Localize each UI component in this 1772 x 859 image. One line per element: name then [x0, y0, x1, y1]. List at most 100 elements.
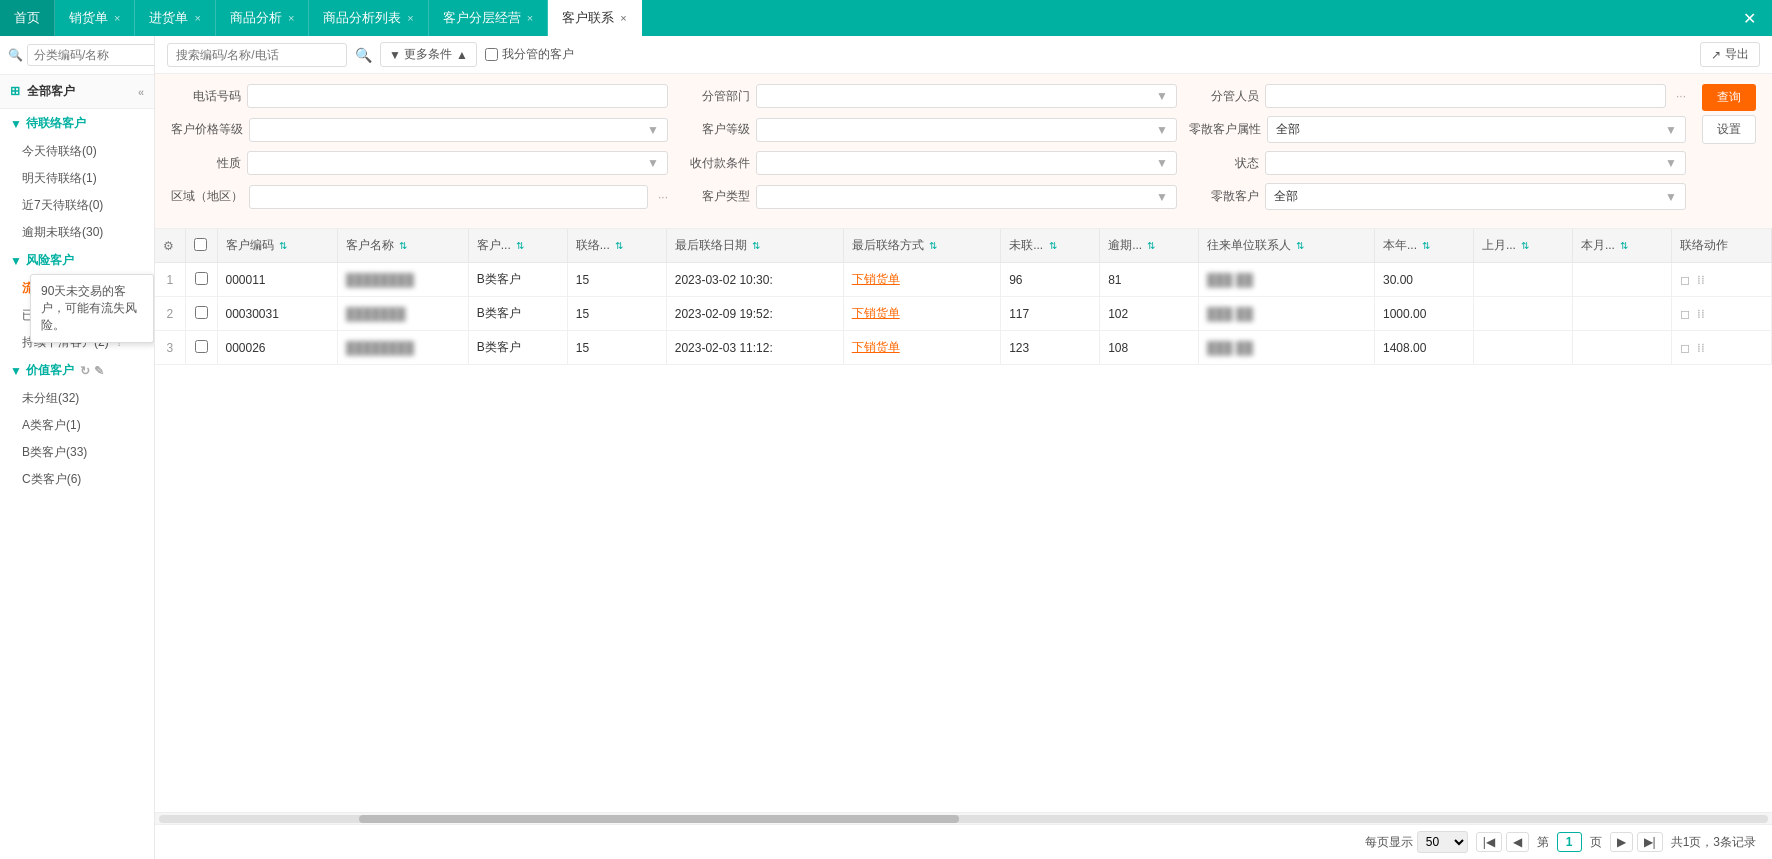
sidebar-item-b-class[interactable]: B类客户(33)	[0, 439, 154, 466]
cell-actions-3[interactable]: ◻ ⁞⁞	[1671, 331, 1771, 365]
tab-goods-analysis-close[interactable]: ×	[288, 12, 294, 24]
more-conditions-button[interactable]: ▼ 更多条件 ▲	[380, 42, 477, 67]
pagination-prev-button[interactable]: ◀	[1506, 832, 1529, 852]
filter-select-sparse-attr[interactable]: 全部 ▼	[1267, 116, 1686, 143]
tab-customer-contact[interactable]: 客户联系 ×	[548, 0, 641, 36]
scrollbar-track[interactable]	[159, 815, 1768, 823]
sidebar-item-a-class[interactable]: A类客户(1)	[0, 412, 154, 439]
col-header-name[interactable]: 客户名称 ⇅	[338, 229, 469, 263]
action-more-icon-2[interactable]: ⁞⁞	[1697, 307, 1705, 321]
my-customers-checkbox[interactable]	[485, 48, 498, 61]
tab-purchase[interactable]: 进货单 ×	[135, 0, 215, 36]
sidebar-group-value-header[interactable]: ▼ 价值客户 ↻ ✎	[0, 356, 154, 385]
last-method-link-1[interactable]: 下销货单	[852, 272, 900, 286]
settings-button[interactable]: 设置	[1702, 115, 1756, 144]
action-contact-icon-1[interactable]: ◻	[1680, 273, 1690, 287]
cell-contact-num-1: 15	[567, 263, 666, 297]
tab-customer-contact-close[interactable]: ×	[620, 12, 626, 24]
edit-icon[interactable]: ✎	[94, 364, 104, 378]
filter-select-sparse[interactable]: 全部 ▼	[1265, 183, 1686, 210]
tab-customer-tier-close[interactable]: ×	[527, 12, 533, 24]
cell-checkbox-2[interactable]	[185, 297, 217, 331]
cell-checkbox-3[interactable]	[185, 331, 217, 365]
sidebar-search-input[interactable]	[27, 44, 155, 66]
col-header-unit-contact[interactable]: 往来单位联系人 ⇅	[1199, 229, 1375, 263]
pagination-next-button[interactable]: ▶	[1610, 832, 1633, 852]
dots-icon-region[interactable]: ···	[658, 190, 668, 204]
col-header-this-month[interactable]: 本月... ⇅	[1572, 229, 1671, 263]
filter-select-level[interactable]: ▼	[756, 118, 1177, 142]
last-method-link-3[interactable]: 下销货单	[852, 340, 900, 354]
row-checkbox-1[interactable]	[195, 272, 208, 285]
sidebar-group-pending-header[interactable]: ▼ 待联络客户	[0, 109, 154, 138]
row-checkbox-2[interactable]	[195, 306, 208, 319]
filter-select-payment[interactable]: ▼	[756, 151, 1177, 175]
row-checkbox-3[interactable]	[195, 340, 208, 353]
cell-actions-2[interactable]: ◻ ⁞⁞	[1671, 297, 1771, 331]
pagination-first-button[interactable]: |◀	[1476, 832, 1502, 852]
export-button[interactable]: ↗ 导出	[1700, 42, 1760, 67]
table-gear-icon[interactable]: ⚙	[163, 239, 174, 253]
scrollbar-thumb[interactable]	[359, 815, 959, 823]
filter-input-region[interactable]	[249, 185, 648, 209]
cell-checkbox-1[interactable]	[185, 263, 217, 297]
col-header-this-year[interactable]: 本年... ⇅	[1374, 229, 1473, 263]
col-header-un-contact[interactable]: 未联... ⇅	[1001, 229, 1100, 263]
query-button[interactable]: 查询	[1702, 84, 1756, 111]
sidebar-all-customers[interactable]: ⊞ 全部客户 «	[0, 75, 154, 109]
tab-sales-close[interactable]: ×	[114, 12, 120, 24]
filter-select-dept[interactable]: ▼	[756, 84, 1177, 108]
tab-goods-analysis[interactable]: 商品分析 ×	[216, 0, 309, 36]
action-more-icon-3[interactable]: ⁞⁞	[1697, 341, 1705, 355]
col-header-last-month[interactable]: 上月... ⇅	[1473, 229, 1572, 263]
filter-select-cust-type[interactable]: ▼	[756, 185, 1177, 209]
filter-input-phone[interactable]	[247, 84, 668, 108]
sidebar-item-today[interactable]: 今天待联络(0)	[0, 138, 154, 165]
col-header-last-method[interactable]: 最后联络方式 ⇅	[843, 229, 1000, 263]
tab-goods-list[interactable]: 商品分析列表 ×	[309, 0, 428, 36]
action-more-icon-1[interactable]: ⁞⁞	[1697, 273, 1705, 287]
col-header-last-date[interactable]: 最后联络日期 ⇅	[666, 229, 843, 263]
col-header-cust-type[interactable]: 客户... ⇅	[468, 229, 567, 263]
cell-last-method-2[interactable]: 下销货单	[843, 297, 1000, 331]
tab-sales[interactable]: 销货单 ×	[55, 0, 135, 36]
sidebar-item-tomorrow[interactable]: 明天待联络(1)	[0, 165, 154, 192]
action-contact-icon-3[interactable]: ◻	[1680, 341, 1690, 355]
horizontal-scrollbar[interactable]	[155, 812, 1772, 824]
tab-home[interactable]: 首页	[0, 0, 55, 36]
filter-search-button[interactable]: 🔍	[355, 47, 372, 63]
filter-select-status[interactable]: ▼	[1265, 151, 1686, 175]
sidebar-item-7days[interactable]: 近7天待联络(0)	[0, 192, 154, 219]
pagination-last-button[interactable]: ▶|	[1637, 832, 1663, 852]
per-page-selector: 每页显示 50 100	[1365, 831, 1468, 853]
gear-column-header[interactable]: ⚙	[155, 229, 185, 263]
filter-input-person[interactable]	[1265, 84, 1666, 108]
sidebar-item-ungroup[interactable]: 未分组(32)	[0, 385, 154, 412]
window-close-button[interactable]: ✕	[1727, 9, 1772, 28]
filter-search-input[interactable]	[167, 43, 347, 67]
chevron-down-icon-6: ▼	[1156, 156, 1168, 170]
sidebar-collapse-icon[interactable]: «	[138, 86, 144, 98]
sidebar-item-c-class[interactable]: C类客户(6)	[0, 466, 154, 493]
tab-customer-tier[interactable]: 客户分层经营 ×	[429, 0, 548, 36]
cell-last-method-3[interactable]: 下销货单	[843, 331, 1000, 365]
col-header-contact-num[interactable]: 联络... ⇅	[567, 229, 666, 263]
my-customers-checkbox-label[interactable]: 我分管的客户	[485, 46, 574, 63]
per-page-select[interactable]: 50 100	[1417, 831, 1468, 853]
dots-icon-person[interactable]: ···	[1676, 89, 1686, 103]
filter-select-price-level[interactable]: ▼	[249, 118, 668, 142]
cell-last-method-1[interactable]: 下销货单	[843, 263, 1000, 297]
col-header-code[interactable]: 客户编码 ⇅	[217, 229, 338, 263]
tab-goods-list-close[interactable]: ×	[407, 12, 413, 24]
filter-label-status: 状态	[1189, 155, 1259, 172]
filter-select-nature[interactable]: ▼	[247, 151, 668, 175]
sidebar-group-risk-header[interactable]: ▼ 风险客户	[0, 246, 154, 275]
tab-purchase-close[interactable]: ×	[194, 12, 200, 24]
cell-actions-1[interactable]: ◻ ⁞⁞	[1671, 263, 1771, 297]
col-header-overdue[interactable]: 逾期... ⇅	[1100, 229, 1199, 263]
last-method-link-2[interactable]: 下销货单	[852, 306, 900, 320]
select-all-checkbox[interactable]	[194, 238, 207, 251]
sidebar-item-overdue[interactable]: 逾期未联络(30)	[0, 219, 154, 246]
refresh-icon[interactable]: ↻	[80, 364, 90, 378]
action-contact-icon-2[interactable]: ◻	[1680, 307, 1690, 321]
